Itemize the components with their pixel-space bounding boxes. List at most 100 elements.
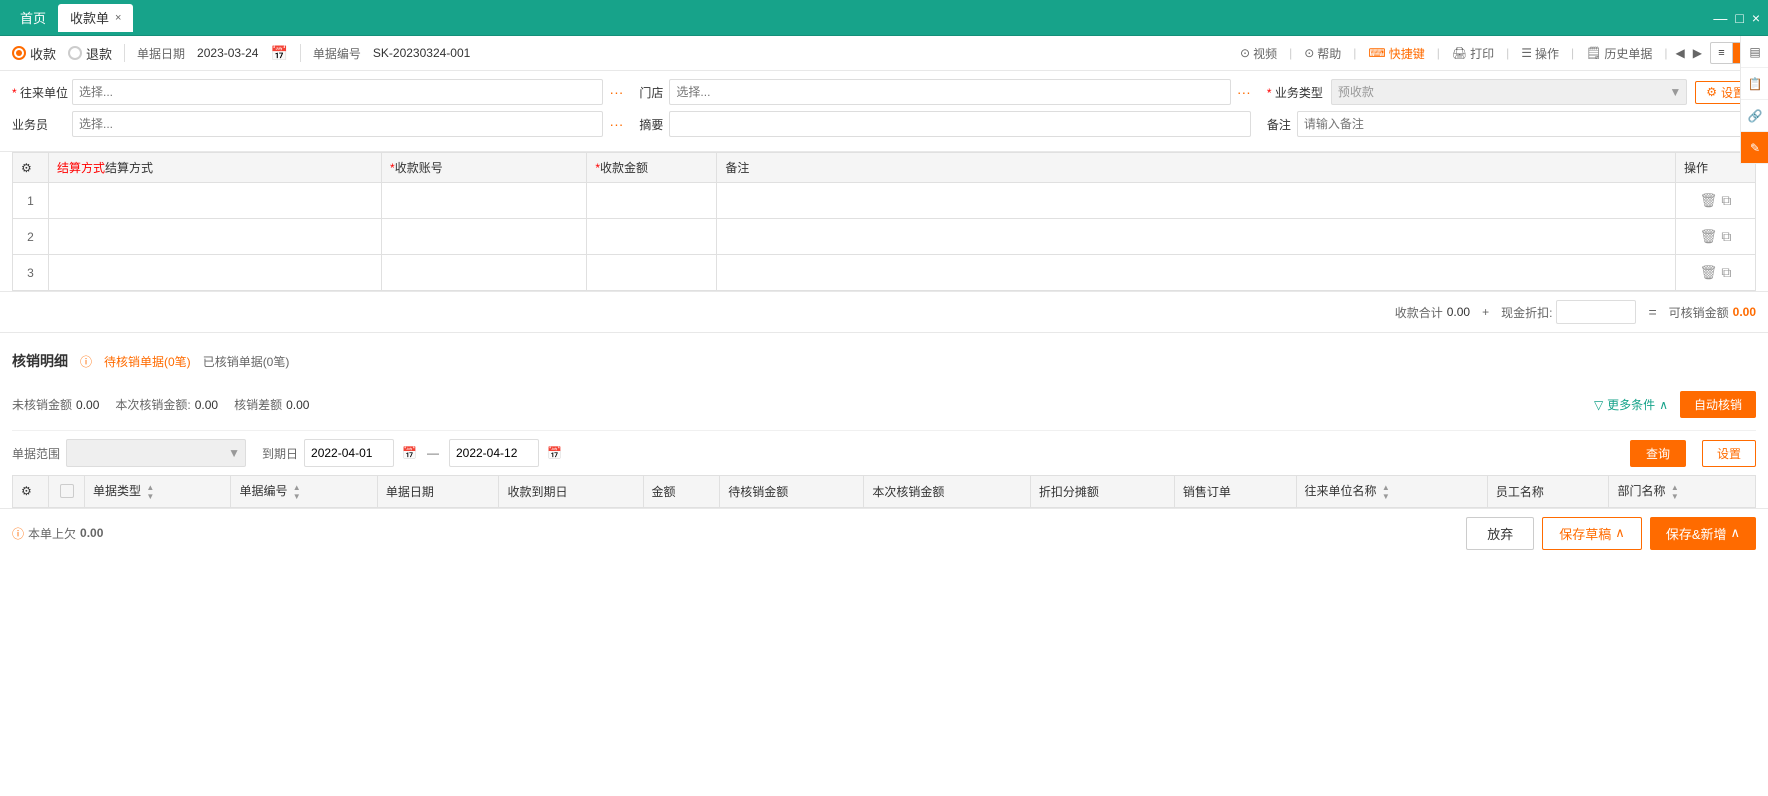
row-amount-3[interactable]	[587, 255, 717, 291]
more-conditions-label: 更多条件	[1607, 396, 1655, 413]
number-value: SK-20230324-001	[373, 46, 470, 60]
tab-home[interactable]: 首页	[8, 4, 58, 32]
operations-label: 操作	[1535, 45, 1559, 62]
row-notes-1[interactable]	[717, 183, 1676, 219]
right-panel-link-icon[interactable]: 🔗	[1741, 100, 1768, 132]
done-tab[interactable]: 已核销单据(0笔)	[203, 353, 290, 370]
operations-btn[interactable]: ☰ 操作	[1517, 43, 1563, 64]
tab-close-icon[interactable]: ×	[115, 12, 121, 24]
tab-receipt[interactable]: 收款单 ×	[58, 4, 133, 32]
verif-title: 核销明细	[12, 351, 68, 371]
salesperson-field: 业务员 ···	[12, 111, 623, 137]
row-copy-2[interactable]: ⧉	[1721, 228, 1731, 245]
row-copy-1[interactable]: ⧉	[1721, 192, 1731, 209]
row-notes-3[interactable]	[717, 255, 1676, 291]
radio-refund[interactable]: 退款	[68, 44, 112, 63]
row-notes-2[interactable]	[717, 219, 1676, 255]
prev-record-icon[interactable]: ◀	[1676, 46, 1685, 60]
end-cal-icon[interactable]: 📅	[547, 446, 562, 460]
store-label: 门店	[639, 84, 669, 101]
select-all-checkbox[interactable]	[60, 484, 74, 498]
filter-settings-btn[interactable]: 设置	[1702, 440, 1756, 467]
row-delete-3[interactable]: 🗑	[1700, 264, 1718, 281]
row-account-3[interactable]	[382, 255, 587, 291]
sort-doc-num: ▲▼	[293, 483, 301, 501]
filter-icon: ▽	[1594, 398, 1603, 412]
save-new-arrow-icon: ∧	[1730, 525, 1740, 541]
shortcut-btn[interactable]: ⌨ 快捷键	[1364, 43, 1428, 64]
range-select[interactable]	[66, 439, 246, 467]
receipt-table: ⚙ 结算方式结算方式 *收款账号 *收款金额 备注 操作	[12, 152, 1756, 291]
discount-label: 现金折扣:	[1501, 304, 1552, 321]
this-order-value: 0.00	[80, 526, 103, 540]
verif-info-icon[interactable]: ⓘ	[80, 353, 92, 370]
draft-btn[interactable]: 保存草稿 ∧	[1542, 517, 1642, 550]
verify-item: 可核销金额 0.00	[1669, 304, 1756, 321]
counterpart-input[interactable]	[72, 79, 603, 105]
col-notes-header: 备注	[717, 153, 1676, 183]
pending-tab[interactable]: 待核销单据(0笔)	[104, 353, 191, 370]
right-panel-table-icon[interactable]: ▤	[1741, 36, 1768, 68]
row-settlement-1[interactable]	[49, 183, 382, 219]
video-btn[interactable]: ⊙ 视频	[1236, 43, 1281, 64]
row-copy-3[interactable]: ⧉	[1721, 264, 1731, 281]
row-amount-1[interactable]	[587, 183, 717, 219]
print-btn[interactable]: 🖨 打印	[1448, 43, 1498, 64]
radio-receipt[interactable]: 收款	[12, 44, 56, 63]
uncancelled-label: 未核销金额	[12, 396, 72, 413]
auto-verif-btn[interactable]: 自动核销	[1680, 391, 1756, 418]
print-label: 打印	[1470, 45, 1494, 62]
more-conditions-btn[interactable]: ▽ 更多条件 ∧	[1594, 396, 1668, 413]
counterpart-label: 往来单位	[12, 84, 72, 101]
draft-btn-label: 保存草稿	[1559, 524, 1611, 543]
range-field: 单据范围 ▼	[12, 439, 246, 467]
row-settlement-2[interactable]	[49, 219, 382, 255]
counterpart-more-icon[interactable]: ···	[609, 84, 623, 100]
notes-input[interactable]	[1297, 111, 1756, 137]
salesperson-more-icon[interactable]: ···	[609, 116, 623, 132]
radio-refund-dot	[68, 46, 82, 60]
query-btn[interactable]: 查询	[1630, 440, 1686, 467]
date-label: 单据日期	[137, 45, 185, 62]
minimize-icon[interactable]: —	[1713, 10, 1727, 26]
right-panel-edit-icon[interactable]: ✎	[1741, 132, 1768, 164]
biz-type-field: 业务类型 预收款 ▼ ⚙ 设置	[1267, 79, 1756, 105]
discount-input[interactable]	[1556, 300, 1636, 324]
table-header-gear[interactable]: ⚙	[13, 153, 49, 183]
save-new-btn[interactable]: 保存&新增 ∧	[1650, 517, 1756, 550]
bottom-checkbox-header	[49, 476, 85, 508]
row-account-1[interactable]	[382, 183, 587, 219]
start-cal-icon[interactable]: 📅	[402, 446, 417, 460]
store-input[interactable]	[669, 79, 1230, 105]
calendar-icon[interactable]: 📅	[270, 45, 287, 62]
toolbar-divider-2	[300, 44, 301, 62]
summary-input[interactable]	[669, 111, 1250, 137]
biz-type-select[interactable]: 预收款	[1331, 79, 1687, 105]
uncancelled-stat: 未核销金额 0.00	[12, 396, 99, 413]
close-window-icon[interactable]: ×	[1752, 10, 1760, 26]
table-row: 1 🗑 ⧉	[13, 183, 1756, 219]
next-record-icon[interactable]: ▶	[1693, 46, 1702, 60]
right-panel-doc-icon[interactable]: 📋	[1741, 68, 1768, 100]
row-account-2[interactable]	[382, 219, 587, 255]
store-more-icon[interactable]: ···	[1237, 84, 1251, 100]
biz-type-select-wrapper: 预收款 ▼	[1331, 79, 1687, 105]
date-start-input[interactable]	[304, 439, 394, 467]
history-btn[interactable]: 🗒 历史单据	[1582, 43, 1656, 64]
diff-value: 0.00	[286, 398, 309, 412]
row-actions-3: 🗑 ⧉	[1676, 255, 1756, 291]
row-delete-2[interactable]: 🗑	[1700, 228, 1718, 245]
bottom-gear-header[interactable]: ⚙	[13, 476, 49, 508]
layout-list-btn[interactable]: ≡	[1711, 43, 1733, 63]
row-settlement-3[interactable]	[49, 255, 382, 291]
date-value: 2023-03-24	[197, 46, 258, 60]
salesperson-input[interactable]	[72, 111, 603, 137]
equals-sign: =	[1648, 304, 1656, 320]
help-btn[interactable]: ⊙ 帮助	[1300, 43, 1345, 64]
abandon-btn[interactable]: 放弃	[1466, 517, 1534, 550]
top-nav: 首页 收款单 × — □ ×	[0, 0, 1768, 36]
date-end-input[interactable]	[449, 439, 539, 467]
maximize-icon[interactable]: □	[1735, 10, 1743, 26]
row-delete-1[interactable]: 🗑	[1700, 192, 1718, 209]
row-amount-2[interactable]	[587, 219, 717, 255]
